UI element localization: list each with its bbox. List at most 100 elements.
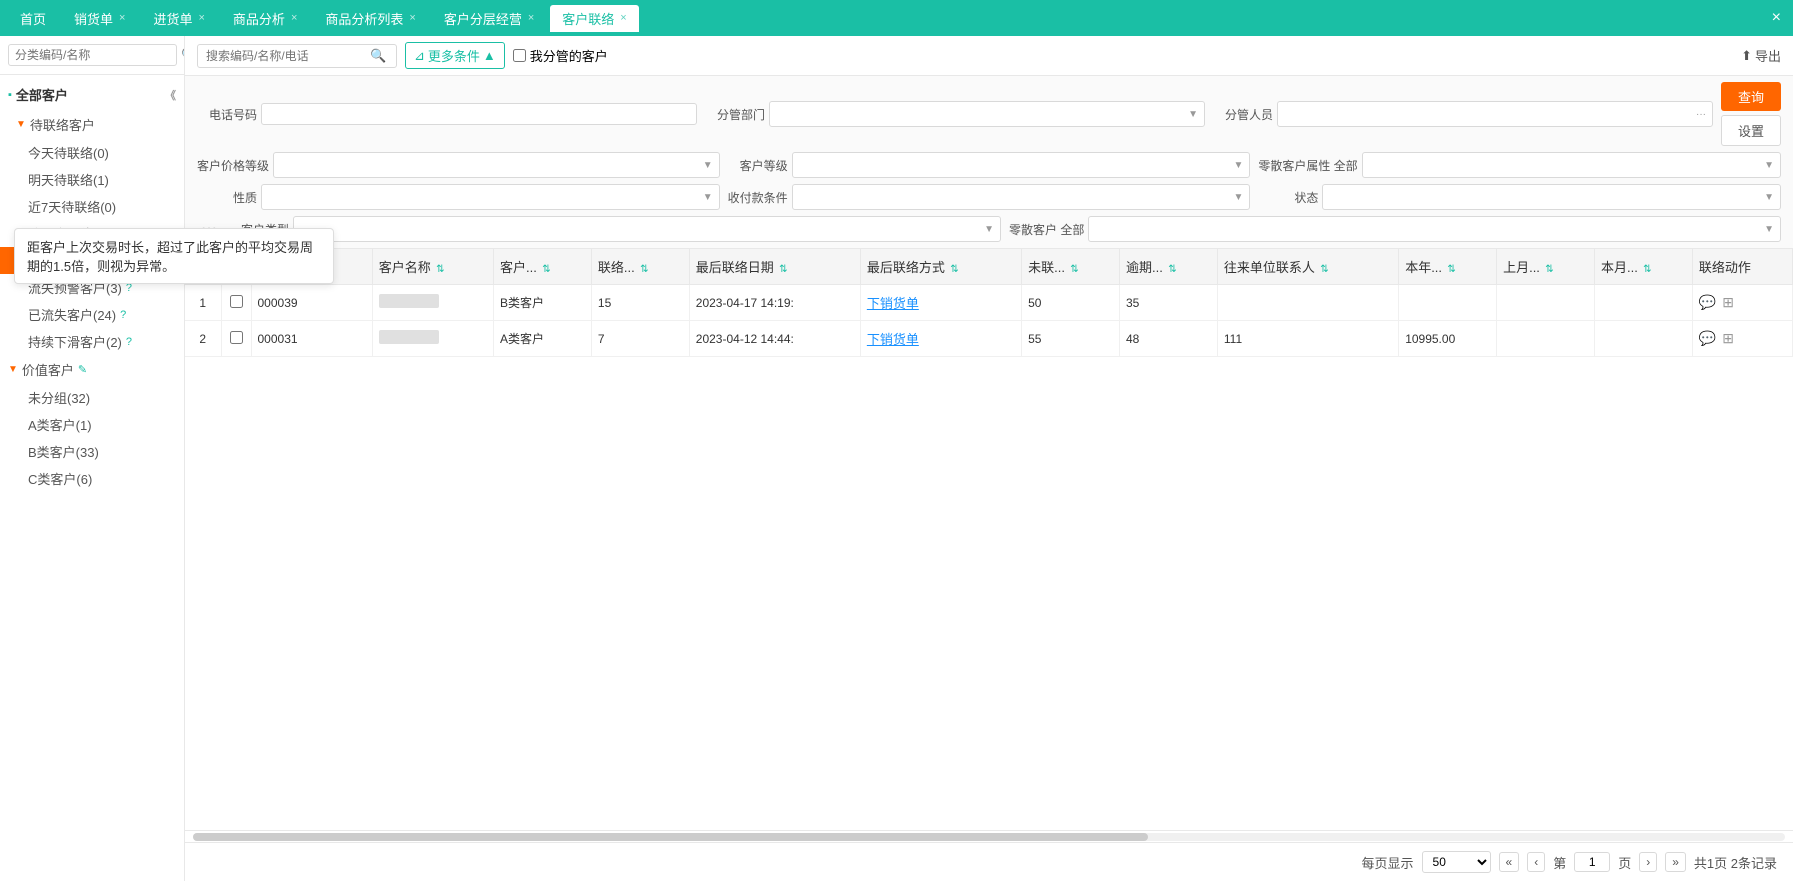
more-icon-2[interactable]: ⊞ xyxy=(1722,330,1734,347)
nav-label-customer-layer: 客户分层经营 xyxy=(444,9,522,28)
export-icon: ⬆ xyxy=(1741,48,1752,64)
my-customers-checkbox[interactable] xyxy=(513,49,526,62)
nav-label-purchase: 进货单 xyxy=(153,9,192,28)
nav-item-analysis-list[interactable]: 商品分析列表 × xyxy=(313,5,427,32)
status-select[interactable]: ▼ xyxy=(1322,184,1781,210)
th-customer-type[interactable]: 客户... ⇅ xyxy=(494,249,592,285)
th-name[interactable]: 客户名称 ⇅ xyxy=(372,249,493,285)
scattered-customer-select[interactable]: ▼ xyxy=(1088,216,1781,242)
sidebar-item-already-lost[interactable]: 已流失客户(24) ? xyxy=(0,301,184,328)
sidebar-item-class-b[interactable]: B类客户(33) xyxy=(0,438,184,465)
more-icon-1[interactable]: ⊞ xyxy=(1722,294,1734,311)
th-last-month[interactable]: 上月... ⇅ xyxy=(1497,249,1595,285)
close-icon-customer-contact[interactable]: × xyxy=(620,12,626,24)
page-input[interactable] xyxy=(1574,852,1610,872)
sidebar-value-customer-header[interactable]: ▼ 价值客户 ✎ xyxy=(0,355,184,384)
th-last-month-label: 上月... xyxy=(1503,260,1540,275)
sidebar-item-7days[interactable]: 近7天待联络(0) xyxy=(0,193,184,220)
page-label: 第 xyxy=(1553,853,1566,872)
more-conditions-button[interactable]: ⊿ 更多条件 ▲ xyxy=(405,42,505,69)
th-contact-count-label: 联络... xyxy=(598,260,635,275)
sidebar-item-class-a[interactable]: A类客户(1) xyxy=(0,411,184,438)
th-contact-count[interactable]: 联络... ⇅ xyxy=(591,249,689,285)
scattered-attr-label: 零散客户属性 全部 xyxy=(1258,157,1357,174)
th-last-contact-date[interactable]: 最后联络日期 ⇅ xyxy=(689,249,860,285)
next-page-button[interactable]: › xyxy=(1639,852,1657,872)
th-contacts[interactable]: 往来单位联系人 ⇅ xyxy=(1217,249,1398,285)
dept-select[interactable]: ▼ xyxy=(769,101,1205,127)
close-icon-customer-layer[interactable]: × xyxy=(528,12,534,24)
nav-item-purchase[interactable]: 进货单 × xyxy=(141,5,216,32)
per-page-select[interactable]: 50 20 100 xyxy=(1422,851,1491,873)
th-this-month[interactable]: 本月... ⇅ xyxy=(1594,249,1692,285)
sidebar-all-customers[interactable]: ▪ 全部客户 《 xyxy=(0,79,184,110)
nav-item-sales[interactable]: 销货单 × xyxy=(62,5,137,32)
customer-level-select[interactable]: ▼ xyxy=(792,152,1251,178)
scrollbar-track xyxy=(193,833,1785,841)
th-last-contact-method[interactable]: 最后联络方式 ⇅ xyxy=(860,249,1021,285)
value-customer-edit-icon[interactable]: ✎ xyxy=(78,363,87,376)
sidebar-item-tomorrow[interactable]: 明天待联络(1) xyxy=(0,166,184,193)
close-icon-purchase[interactable]: × xyxy=(198,12,204,24)
first-page-button[interactable]: « xyxy=(1499,852,1520,872)
price-level-label: 客户价格等级 xyxy=(197,157,269,174)
horizontal-scrollbar[interactable] xyxy=(185,830,1793,842)
sidebar-collapse-btn[interactable]: 《 xyxy=(165,87,176,103)
window-close-button[interactable]: × xyxy=(1772,9,1781,27)
td-customer-type-1: B类客户 xyxy=(494,285,592,321)
filter-customer-type: 客户类型 ▼ xyxy=(229,216,1001,242)
customer-type-select[interactable]: ▼ xyxy=(293,216,1001,242)
td-contacts-2: 111 xyxy=(1217,321,1398,357)
close-icon-sales[interactable]: × xyxy=(119,12,125,24)
sidebar-search-input[interactable] xyxy=(8,44,177,66)
scattered-attr-select[interactable]: ▼ xyxy=(1362,152,1781,178)
prev-page-button[interactable]: ‹ xyxy=(1527,852,1545,872)
filter-person: 分管人员 ··· xyxy=(1213,101,1713,127)
last-page-button[interactable]: » xyxy=(1665,852,1686,872)
today-pending-label: 今天待联络(0) xyxy=(28,146,109,161)
close-icon-analysis-list[interactable]: × xyxy=(409,12,415,24)
th-this-year[interactable]: 本年... ⇅ xyxy=(1399,249,1497,285)
nav-item-customer-layer[interactable]: 客户分层经营 × xyxy=(432,5,546,32)
main-search-input[interactable] xyxy=(206,49,366,63)
filter-phone: 电话号码 xyxy=(197,103,697,125)
tooltip-box: 距客户上次交易时长，超过了此客户的平均交易周期的1.5倍，则视为异常。 xyxy=(14,228,334,284)
close-icon-analysis[interactable]: × xyxy=(291,12,297,24)
sidebar-item-ungroup[interactable]: 未分组(32) xyxy=(0,384,184,411)
sidebar-item-class-c[interactable]: C类客户(6) xyxy=(0,465,184,492)
value-arrow-icon: ▼ xyxy=(8,364,18,375)
setting-button[interactable]: 设置 xyxy=(1721,115,1781,146)
phone-input[interactable] xyxy=(261,103,697,125)
row-checkbox-2[interactable] xyxy=(230,331,243,344)
row-checkbox-1[interactable] xyxy=(230,295,243,308)
nav-item-analysis[interactable]: 商品分析 × xyxy=(221,5,309,32)
nature-arrow-icon: ▼ xyxy=(703,192,713,203)
td-checkbox-2 xyxy=(221,321,251,357)
last-method-link-1[interactable]: 下销货单 xyxy=(867,296,919,311)
contact-icon-2[interactable]: 💬 xyxy=(1699,330,1716,347)
th-uncontacted-days[interactable]: 未联... ⇅ xyxy=(1022,249,1120,285)
nature-select[interactable]: ▼ xyxy=(261,184,720,210)
td-last-method-2[interactable]: 下销货单 xyxy=(860,321,1021,357)
filter-row-3: 性质 ▼ 收付款条件 ▼ 状态 xyxy=(197,184,1781,210)
sidebar-pending-section[interactable]: ▼ 待联络客户 xyxy=(0,110,184,139)
td-this-year-1 xyxy=(1399,285,1497,321)
contact-icon-1[interactable]: 💬 xyxy=(1699,294,1716,311)
td-last-method-1[interactable]: 下销货单 xyxy=(860,285,1021,321)
sidebar-item-today[interactable]: 今天待联络(0) xyxy=(0,139,184,166)
export-button[interactable]: ⬆ 导出 xyxy=(1741,46,1781,65)
nav-item-home[interactable]: 首页 xyxy=(8,5,58,32)
sidebar-item-continuous-down[interactable]: 持续下滑客户(2) ? xyxy=(0,328,184,355)
main-search-icon[interactable]: 🔍 xyxy=(370,48,386,64)
payment-select[interactable]: ▼ xyxy=(792,184,1251,210)
td-this-month-1 xyxy=(1594,285,1692,321)
filter-nature: 性质 ▼ xyxy=(197,184,720,210)
search-box: 🔍 xyxy=(197,44,397,68)
th-overdue[interactable]: 逾期... ⇅ xyxy=(1120,249,1218,285)
price-level-select[interactable]: ▼ xyxy=(273,152,720,178)
td-contact-count-1: 15 xyxy=(591,285,689,321)
person-select[interactable]: ··· xyxy=(1277,101,1713,127)
query-button[interactable]: 查询 xyxy=(1721,82,1781,111)
nav-item-customer-contact[interactable]: 客户联络 × xyxy=(550,5,638,32)
last-method-link-2[interactable]: 下销货单 xyxy=(867,332,919,347)
